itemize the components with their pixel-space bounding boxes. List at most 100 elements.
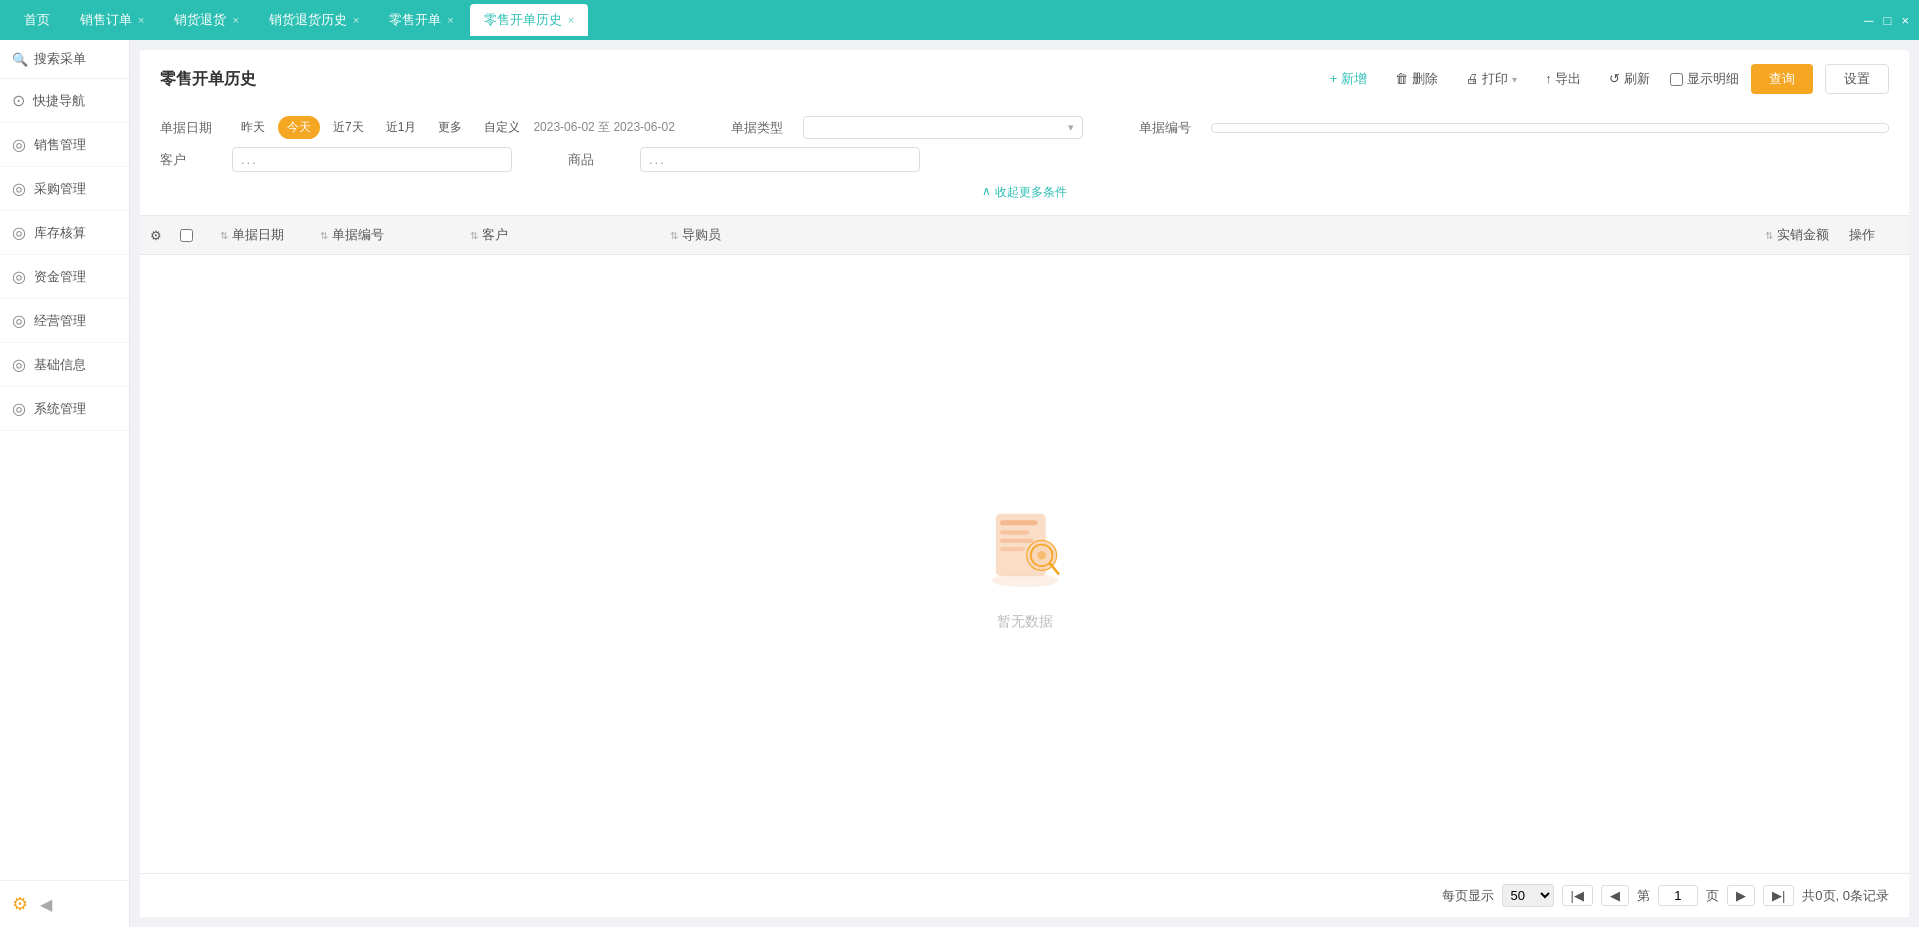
pagination: 每页显示 50 100 200 |◀ ◀ 第 页 ▶ ▶| 共0页, 0条记录 — [140, 873, 1909, 917]
sidebar-item-quick-nav[interactable]: ⊙ 快捷导航 — [0, 79, 129, 123]
page-number-input[interactable] — [1658, 885, 1698, 906]
operations-icon: ◎ — [12, 311, 26, 330]
svg-rect-2 — [1000, 520, 1038, 525]
svg-rect-5 — [1000, 547, 1025, 551]
sidebar-item-label: 系统管理 — [34, 400, 86, 418]
last-page-btn[interactable]: ▶| — [1763, 885, 1794, 906]
date-btn-today[interactable]: 今天 — [278, 116, 320, 139]
date-btn-more[interactable]: 更多 — [429, 116, 471, 139]
new-button[interactable]: + 新增 — [1322, 66, 1375, 92]
delete-button[interactable]: 🗑 删除 — [1387, 66, 1446, 92]
number-input[interactable] — [1211, 123, 1889, 133]
date-buttons: 昨天 今天 近7天 近1月 更多 自定义 2023-06-02 至 2023-0… — [232, 116, 675, 139]
settings-gear-icon[interactable]: ⚙ — [12, 893, 28, 915]
sidebar-item-purchase[interactable]: ◎ 采购管理 — [0, 167, 129, 211]
window-controls: ─ □ × — [1864, 13, 1909, 28]
svg-line-8 — [1050, 564, 1058, 574]
th-date[interactable]: ⇅ 单据日期 — [210, 226, 310, 244]
sidebar-item-label: 库存核算 — [34, 224, 86, 242]
sort-icon[interactable]: ⇅ — [220, 230, 228, 241]
system-icon: ◎ — [12, 399, 26, 418]
sidebar-item-finance[interactable]: ◎ 资金管理 — [0, 255, 129, 299]
tab-retail-history[interactable]: 零售开单历史 × — [470, 4, 588, 36]
quick-nav-icon: ⊙ — [12, 91, 25, 110]
sidebar-item-operations[interactable]: ◎ 经营管理 — [0, 299, 129, 343]
th-number[interactable]: ⇅ 单据编号 — [310, 226, 460, 244]
customer-input[interactable]: ... — [232, 147, 512, 172]
page-suffix: 页 — [1706, 887, 1719, 905]
empty-text: 暂无数据 — [997, 613, 1053, 631]
type-select[interactable]: ▾ — [803, 116, 1083, 139]
number-label: 单据编号 — [1139, 119, 1195, 137]
page-prefix: 第 — [1637, 887, 1650, 905]
sidebar-bottom: ⚙ ◀ — [0, 880, 129, 927]
print-dropdown-icon[interactable]: ▾ — [1512, 74, 1517, 85]
refresh-button[interactable]: ↺ 刷新 — [1601, 66, 1658, 92]
basics-icon: ◎ — [12, 355, 26, 374]
main-layout: 🔍 搜索采单 ⊙ 快捷导航 ◎ 销售管理 ◎ 采购管理 ◎ 库存核算 ◎ 资金管… — [0, 40, 1919, 927]
date-btn-custom[interactable]: 自定义 — [475, 116, 529, 139]
date-btn-1month[interactable]: 近1月 — [377, 116, 426, 139]
type-label: 单据类型 — [731, 119, 787, 137]
sidebar-item-label: 资金管理 — [34, 268, 86, 286]
tab-return-history[interactable]: 销货退货历史 × — [255, 4, 373, 36]
prev-page-btn[interactable]: ◀ — [1601, 885, 1629, 906]
print-button[interactable]: 🖨 打印 ▾ — [1458, 66, 1526, 92]
sidebar-search[interactable]: 🔍 搜索采单 — [0, 40, 129, 79]
date-btn-7days[interactable]: 近7天 — [324, 116, 373, 139]
query-button[interactable]: 查询 — [1751, 64, 1813, 94]
th-guide-label: 导购员 — [682, 226, 721, 244]
sidebar-item-basics[interactable]: ◎ 基础信息 — [0, 343, 129, 387]
first-page-btn[interactable]: |◀ — [1562, 885, 1593, 906]
sort-icon-amount[interactable]: ⇅ — [1765, 230, 1773, 241]
next-page-btn[interactable]: ▶ — [1727, 885, 1755, 906]
date-btn-yesterday[interactable]: 昨天 — [232, 116, 274, 139]
tab-retail-order-close[interactable]: × — [447, 14, 453, 26]
sort-icon-number[interactable]: ⇅ — [320, 230, 328, 241]
th-settings[interactable]: ⚙ — [150, 228, 180, 243]
per-page-select[interactable]: 50 100 200 — [1502, 884, 1554, 907]
sidebar-item-system[interactable]: ◎ 系统管理 — [0, 387, 129, 431]
th-guide[interactable]: ⇅ 导购员 — [660, 226, 780, 244]
th-amount-label: 实销金额 — [1777, 226, 1829, 244]
tab-return-history-close[interactable]: × — [353, 14, 359, 26]
sort-icon-guide[interactable]: ⇅ — [670, 230, 678, 241]
tab-retail-history-close[interactable]: × — [568, 14, 574, 26]
tab-sales-order[interactable]: 销售订单 × — [66, 4, 158, 36]
sidebar: 🔍 搜索采单 ⊙ 快捷导航 ◎ 销售管理 ◎ 采购管理 ◎ 库存核算 ◎ 资金管… — [0, 40, 130, 927]
display-detail-checkbox[interactable] — [1670, 73, 1683, 86]
sort-icon-customer[interactable]: ⇅ — [470, 230, 478, 241]
tab-retail-order[interactable]: 零售开单 × — [375, 4, 467, 36]
page-title-row: 零售开单历史 + 新增 🗑 删除 🖨 打印 ▾ ↑ 导出 — [160, 64, 1889, 94]
th-amount[interactable]: ⇅ 实销金额 — [1739, 226, 1839, 244]
pagination-summary: 共0页, 0条记录 — [1802, 887, 1889, 905]
tab-return-close[interactable]: × — [232, 14, 238, 26]
inventory-icon: ◎ — [12, 223, 26, 242]
setting-button[interactable]: 设置 — [1825, 64, 1889, 94]
export-button[interactable]: ↑ 导出 — [1537, 66, 1589, 92]
tab-sales-order-close[interactable]: × — [138, 14, 144, 26]
window-max-btn[interactable]: □ — [1884, 13, 1892, 28]
tab-return[interactable]: 销货退货 × — [160, 4, 252, 36]
sidebar-collapse-icon[interactable]: ◀ — [40, 895, 52, 914]
th-customer-label: 客户 — [482, 226, 508, 244]
sidebar-item-inventory[interactable]: ◎ 库存核算 — [0, 211, 129, 255]
collapse-filter-btn[interactable]: ∧ 收起更多条件 — [160, 180, 1889, 205]
th-number-label: 单据编号 — [332, 226, 384, 244]
goods-input[interactable]: ... — [640, 147, 920, 172]
sidebar-item-label: 采购管理 — [34, 180, 86, 198]
per-page-label: 每页显示 — [1442, 887, 1494, 905]
th-customer[interactable]: ⇅ 客户 — [460, 226, 660, 244]
customer-label: 客户 — [160, 151, 216, 169]
purchase-icon: ◎ — [12, 179, 26, 198]
tab-home[interactable]: 首页 — [10, 4, 64, 36]
th-checkbox[interactable] — [180, 229, 210, 242]
display-detail-label: 显示明细 — [1687, 70, 1739, 88]
sidebar-item-sales[interactable]: ◎ 销售管理 — [0, 123, 129, 167]
window-min-btn[interactable]: ─ — [1864, 13, 1873, 28]
select-all-checkbox[interactable] — [180, 229, 193, 242]
sidebar-item-label: 销售管理 — [34, 136, 86, 154]
collapse-text: 收起更多条件 — [995, 184, 1067, 201]
window-close-btn[interactable]: × — [1901, 13, 1909, 28]
svg-rect-3 — [1000, 530, 1029, 534]
